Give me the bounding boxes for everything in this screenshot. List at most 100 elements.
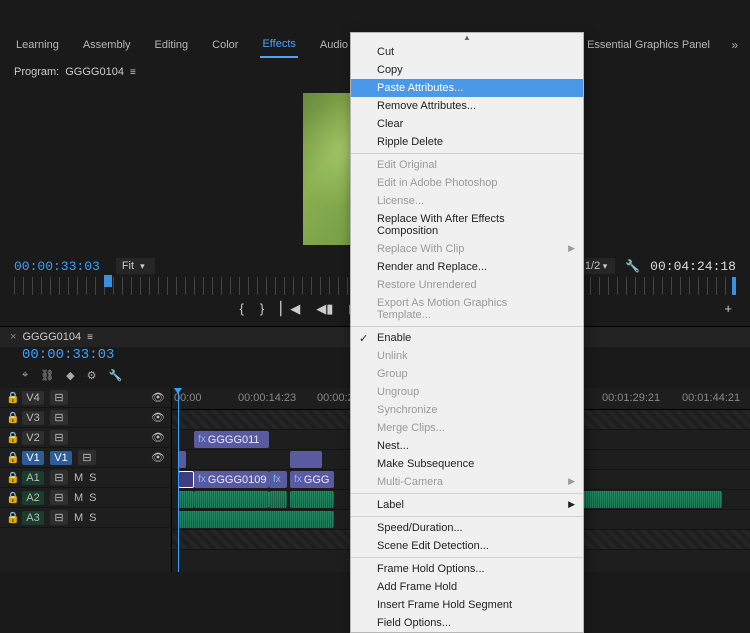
track-label[interactable]: V4: [22, 391, 44, 405]
menu-item[interactable]: Speed/Duration...: [351, 519, 583, 537]
clip[interactable]: [290, 491, 334, 508]
track-target[interactable]: ⊟: [50, 490, 68, 505]
zoom-fit-dropdown[interactable]: Fit: [116, 258, 155, 274]
mute-icon[interactable]: M: [74, 492, 83, 504]
solo-icon[interactable]: S: [89, 472, 96, 484]
clip[interactable]: [178, 471, 194, 488]
menu-item[interactable]: Make Subsequence: [351, 455, 583, 473]
menu-item[interactable]: Frame Hold Options...: [351, 560, 583, 578]
lock-icon[interactable]: 🔒: [6, 511, 16, 524]
track-header-v2[interactable]: 🔒 V2 ⊟ 👁: [0, 428, 171, 448]
lock-icon[interactable]: 🔒: [6, 451, 16, 464]
track-label[interactable]: A3: [22, 511, 44, 525]
track-label[interactable]: V2: [22, 431, 44, 445]
menu-item[interactable]: Nest...: [351, 437, 583, 455]
nav-audio[interactable]: Audio: [318, 33, 350, 57]
track-target[interactable]: ⊟: [50, 470, 68, 485]
clip[interactable]: [562, 491, 722, 508]
menu-item[interactable]: Scene Edit Detection...: [351, 537, 583, 555]
goto-in-button[interactable]: ▏◀: [280, 301, 300, 317]
track-target[interactable]: ⊟: [50, 390, 68, 405]
marker-icon[interactable]: ◆: [66, 369, 74, 382]
menu-item[interactable]: Add Frame Hold: [351, 578, 583, 596]
menu-item[interactable]: Insert Frame Hold Segment: [351, 596, 583, 614]
src-v1-label[interactable]: V1: [22, 451, 44, 465]
track-label[interactable]: A1: [22, 471, 44, 485]
eye-icon[interactable]: 👁: [151, 431, 165, 444]
track-label[interactable]: V3: [22, 411, 44, 425]
track-target[interactable]: ⊟: [78, 450, 96, 465]
menu-item[interactable]: Remove Attributes...: [351, 97, 583, 115]
lock-icon[interactable]: 🔒: [6, 491, 16, 504]
timeline-settings-icon[interactable]: ⚙: [87, 369, 97, 382]
timeline-sequence-name: GGGG0104: [22, 331, 81, 343]
solo-icon[interactable]: S: [89, 492, 96, 504]
track-header-v1[interactable]: 🔒 V1 V1 ⊟ 👁: [0, 448, 171, 468]
track-header-a1[interactable]: 🔒 A1 ⊟ MS: [0, 468, 171, 488]
track-label[interactable]: V1: [50, 451, 72, 465]
menu-item[interactable]: Field Options...: [351, 614, 583, 632]
lock-icon[interactable]: 🔒: [6, 411, 16, 424]
menu-item[interactable]: Clear: [351, 115, 583, 133]
program-current-timecode[interactable]: 00:00:33:03: [14, 259, 100, 274]
track-target[interactable]: ⊟: [50, 410, 68, 425]
clip[interactable]: fx: [269, 471, 287, 488]
menu-item[interactable]: Paste Attributes...: [351, 79, 583, 97]
button-editor-icon[interactable]: +: [724, 301, 732, 316]
mute-icon[interactable]: M: [74, 512, 83, 524]
timeline-wrench-icon[interactable]: 🔧: [109, 369, 123, 382]
mark-in-button[interactable]: {: [240, 301, 244, 316]
link-icon[interactable]: ⛓: [40, 369, 54, 382]
eye-icon[interactable]: 👁: [151, 391, 165, 404]
track-header-v3[interactable]: 🔒 V3 ⊟ 👁: [0, 408, 171, 428]
track-header-a2[interactable]: 🔒 A2 ⊟ MS: [0, 488, 171, 508]
nav-learning[interactable]: Learning: [14, 33, 61, 57]
nav-effects[interactable]: Effects: [260, 32, 297, 58]
nav-overflow-icon[interactable]: »: [731, 38, 738, 52]
clip[interactable]: [178, 511, 334, 528]
step-back-button[interactable]: ◀▮: [316, 301, 333, 317]
clip[interactable]: fxGGGG011: [194, 431, 269, 448]
solo-icon[interactable]: S: [89, 512, 96, 524]
menu-item[interactable]: Copy: [351, 61, 583, 79]
nav-essential-graphics[interactable]: Essential Graphics Panel: [585, 33, 712, 57]
program-label: Program:: [14, 66, 59, 78]
clip[interactable]: [178, 451, 186, 468]
lock-icon[interactable]: 🔒: [6, 431, 16, 444]
nav-editing[interactable]: Editing: [153, 33, 191, 57]
menu-scroll-up-icon[interactable]: ▲: [351, 33, 583, 43]
panel-menu-icon[interactable]: ≡: [130, 67, 136, 78]
track-header-a3[interactable]: 🔒 A3 ⊟ MS: [0, 508, 171, 528]
lock-icon[interactable]: 🔒: [6, 391, 16, 404]
track-target[interactable]: ⊟: [50, 430, 68, 445]
menu-item[interactable]: Replace With After Effects Composition: [351, 210, 583, 240]
out-marker[interactable]: [732, 277, 736, 295]
track-target[interactable]: ⊟: [50, 510, 68, 525]
snap-icon[interactable]: ⌖: [22, 369, 28, 382]
track-header-v4[interactable]: 🔒 V4 ⊟ 👁: [0, 388, 171, 408]
lock-icon[interactable]: 🔒: [6, 471, 16, 484]
timeline-playhead[interactable]: [178, 388, 179, 572]
timeline-close-icon[interactable]: ×: [10, 331, 16, 343]
eye-icon[interactable]: 👁: [151, 451, 165, 464]
mute-icon[interactable]: M: [74, 472, 83, 484]
nav-color[interactable]: Color: [210, 33, 240, 57]
clip[interactable]: [194, 491, 269, 508]
clip[interactable]: fxGGGG0109: [194, 471, 269, 488]
menu-item[interactable]: Render and Replace...: [351, 258, 583, 276]
clip[interactable]: fxGGG: [290, 471, 334, 488]
clip[interactable]: [178, 491, 194, 508]
menu-item[interactable]: Enable✓: [351, 329, 583, 347]
timeline-panel-menu-icon[interactable]: ≡: [87, 332, 93, 343]
clip[interactable]: [269, 491, 287, 508]
menu-item[interactable]: Label▶: [351, 496, 583, 514]
menu-item[interactable]: Cut: [351, 43, 583, 61]
mark-out-button[interactable]: }: [260, 301, 264, 316]
clip[interactable]: [290, 451, 322, 468]
settings-wrench-icon[interactable]: 🔧: [625, 259, 640, 273]
menu-item[interactable]: Ripple Delete: [351, 133, 583, 151]
track-label[interactable]: A2: [22, 491, 44, 505]
nav-assembly[interactable]: Assembly: [81, 33, 133, 57]
program-playhead[interactable]: [104, 275, 112, 287]
eye-icon[interactable]: 👁: [151, 411, 165, 424]
